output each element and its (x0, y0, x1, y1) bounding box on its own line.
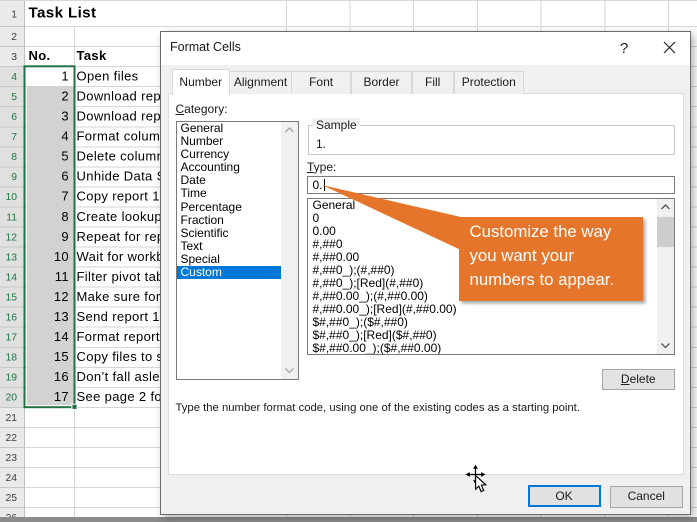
svg-text:16: 16 (54, 369, 69, 384)
svg-text:1: 1 (61, 68, 69, 83)
svg-text:25: 25 (5, 493, 17, 504)
svg-text:17: 17 (5, 333, 17, 344)
svg-text:8: 8 (61, 209, 69, 224)
svg-text:23: 23 (5, 453, 17, 464)
svg-text:Task: Task (77, 48, 107, 63)
svg-text:2: 2 (11, 32, 17, 43)
svg-text:6: 6 (11, 112, 17, 123)
svg-text:4: 4 (61, 129, 69, 144)
svg-text:Task List: Task List (29, 5, 97, 22)
svg-text:18: 18 (5, 353, 17, 364)
svg-text:7: 7 (11, 132, 17, 143)
svg-text:17: 17 (54, 389, 69, 404)
svg-text:11: 11 (6, 212, 17, 223)
svg-text:9: 9 (11, 172, 17, 183)
svg-text:10: 10 (5, 192, 17, 203)
svg-text:11: 11 (55, 269, 69, 284)
svg-text:15: 15 (54, 349, 69, 364)
svg-text:No.: No. (29, 48, 51, 63)
svg-text:2: 2 (61, 89, 69, 104)
svg-text:14: 14 (5, 272, 17, 283)
svg-text:21: 21 (5, 413, 17, 424)
svg-text:16: 16 (5, 313, 17, 324)
svg-text:5: 5 (61, 149, 69, 164)
svg-text:24: 24 (5, 473, 17, 484)
svg-text:3: 3 (11, 52, 17, 63)
svg-text:Delete columns: Delete columns (77, 149, 172, 164)
svg-text:15: 15 (5, 293, 17, 304)
svg-text:3: 3 (61, 109, 69, 124)
svg-text:4: 4 (11, 72, 17, 83)
svg-text:13: 13 (5, 252, 17, 263)
svg-text:6: 6 (61, 169, 69, 184)
svg-text:Open files: Open files (77, 68, 139, 83)
svg-text:12: 12 (54, 289, 69, 304)
svg-text:22: 22 (5, 433, 17, 444)
svg-text:19: 19 (5, 373, 17, 384)
svg-text:12: 12 (5, 232, 17, 243)
svg-text:5: 5 (11, 92, 17, 103)
svg-text:9: 9 (61, 229, 69, 244)
svg-text:8: 8 (11, 152, 17, 163)
svg-text:13: 13 (54, 309, 69, 324)
svg-text:1: 1 (11, 9, 17, 20)
svg-text:20: 20 (5, 393, 17, 404)
svg-text:7: 7 (61, 189, 69, 204)
svg-text:14: 14 (54, 329, 69, 344)
svg-text:10: 10 (54, 249, 69, 264)
